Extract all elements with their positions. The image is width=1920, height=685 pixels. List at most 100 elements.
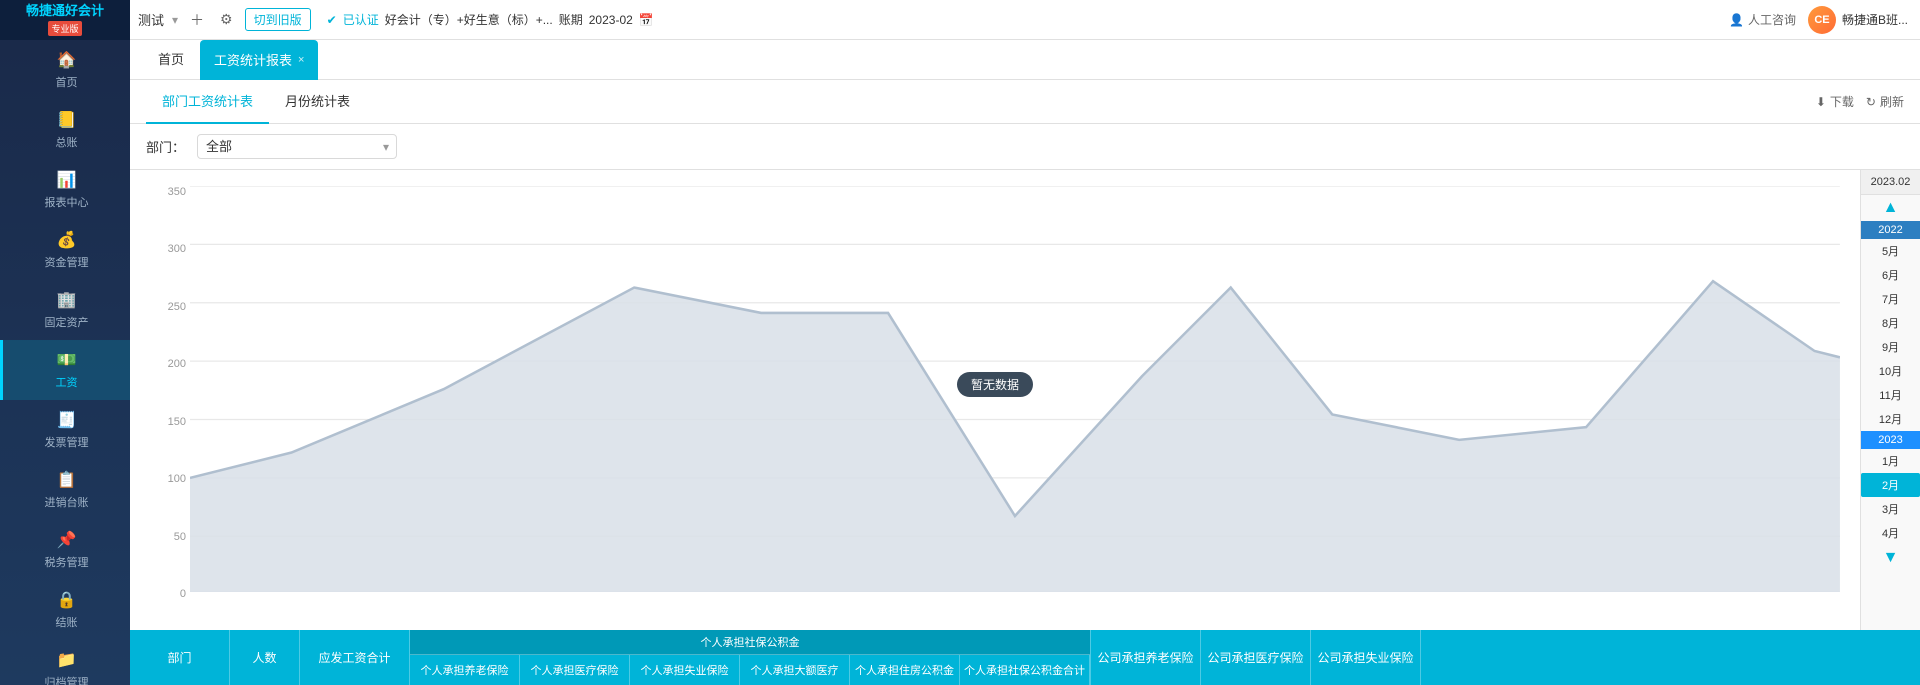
timeline-sidebar: 2023.02 ▲ 2022 5月 6月 7月 8月 9月 10月 11月 12…	[1860, 170, 1920, 630]
month-feb-2023[interactable]: 2月	[1861, 473, 1920, 497]
month-apr-2023[interactable]: 4月	[1861, 521, 1920, 545]
tab-salary-report[interactable]: 工资统计报表 ×	[200, 40, 318, 80]
timeline-down-button[interactable]: ▼	[1861, 545, 1920, 571]
refresh-icon: ↻	[1866, 95, 1876, 109]
sidebar-label-ledger: 总账	[56, 134, 78, 150]
month-jun[interactable]: 6月	[1861, 263, 1920, 287]
sidebar-label-reports: 报表中心	[45, 194, 89, 210]
sidebar-item-sales[interactable]: 📋进销台账	[0, 460, 130, 520]
y-label-250: 250	[168, 301, 186, 313]
year-2022-label: 2022	[1861, 221, 1920, 239]
y-axis: 350300250200150100500	[140, 186, 190, 600]
invoice-icon: 🧾	[57, 410, 77, 430]
panel-top: 部门工资统计表月份统计表 ⬇ 下载 ↻ 刷新	[130, 80, 1920, 124]
sidebar: 🏠 首页 📒总账 📊 报表中心 💰 资金管理 🏢 固定资产 💵工资 🧾 发票管理 📋进销台账 📌 税务管理 🔒…	[0, 40, 130, 685]
th-personal-cols: 个人承担养老保险 个人承担医疗保险 个人承担失业保险 个人承担大额医疗 个人承担…	[410, 655, 1090, 685]
tax-icon: 📌	[57, 530, 77, 550]
switch-old-button[interactable]: 切到旧版	[245, 8, 311, 31]
y-label-300: 300	[168, 243, 186, 255]
tab-close-icon[interactable]: ×	[298, 54, 304, 66]
tab-bar: 首页 工资统计报表 ×	[130, 40, 1920, 80]
month-jul[interactable]: 7月	[1861, 287, 1920, 311]
cert-status: 已认证	[343, 11, 379, 28]
sidebar-item-archive[interactable]: 📁 归档管理	[0, 640, 130, 685]
month-sep[interactable]: 9月	[1861, 335, 1920, 359]
sidebar-label-home: 首页	[56, 74, 78, 90]
timeline-scroll[interactable]: ▲ 2022 5月 6月 7月 8月 9月 10月 11月 12月 2023 1…	[1861, 195, 1920, 630]
download-icon: ⬇	[1816, 95, 1826, 109]
y-label-0: 0	[180, 588, 186, 600]
app-logo: 畅捷通好会计	[26, 3, 104, 19]
help-button[interactable]: 👤 人工咨询	[1729, 11, 1796, 28]
sidebar-item-reports[interactable]: 📊 报表中心	[0, 160, 130, 220]
sidebar-label-archive: 归档管理	[45, 674, 89, 685]
table-header: 部门 人数 应发工资合计 个人承担社保公积金 个人承担养老保险 个人承担医疗保险…	[130, 630, 1920, 685]
th-personal-total: 个人承担社保公积金合计	[960, 655, 1090, 685]
sidebar-label-funds: 资金管理	[45, 254, 89, 270]
home-icon: 🏠	[57, 50, 77, 70]
sidebar-item-invoice[interactable]: 🧾 发票管理	[0, 400, 130, 460]
sidebar-item-close[interactable]: 🔒结账	[0, 580, 130, 640]
th-company-medical: 公司承担医疗保险	[1201, 630, 1311, 685]
sidebar-label-close: 结账	[56, 614, 78, 630]
th-dept: 部门	[130, 630, 230, 685]
sidebar-item-salary[interactable]: 💵工资	[0, 340, 130, 400]
avatar: CE	[1808, 6, 1836, 34]
tab-home[interactable]: 首页	[142, 40, 200, 80]
sidebar-label-invoice: 发票管理	[45, 434, 89, 450]
sidebar-label-assets: 固定资产	[45, 314, 89, 330]
username-label: 畅捷通B班...	[1842, 11, 1908, 28]
help-icon: 👤	[1729, 13, 1744, 27]
th-personal-unemployment: 个人承担失业保险	[630, 655, 740, 685]
sidebar-item-tax[interactable]: 📌 税务管理	[0, 520, 130, 580]
month-dec[interactable]: 12月	[1861, 407, 1920, 431]
sub-tab-monthly[interactable]: 月份统计表	[269, 80, 366, 124]
reports-icon: 📊	[57, 170, 77, 190]
settings-icon[interactable]: ⚙	[216, 9, 237, 30]
refresh-button[interactable]: ↻ 刷新	[1866, 93, 1904, 110]
assets-icon: 🏢	[57, 290, 77, 310]
chart-svg	[190, 186, 1840, 592]
funds-icon: 💰	[57, 230, 77, 250]
year-2023-label: 2023	[1861, 431, 1920, 449]
dept-select[interactable]: 全部	[197, 134, 397, 159]
month-oct[interactable]: 10月	[1861, 359, 1920, 383]
calendar-icon[interactable]: 📅	[639, 13, 654, 27]
th-personal-pension: 个人承担养老保险	[410, 655, 520, 685]
filter-row: 部门： 全部	[130, 124, 1920, 170]
month-aug[interactable]: 8月	[1861, 311, 1920, 335]
sidebar-item-assets[interactable]: 🏢 固定资产	[0, 280, 130, 340]
y-label-50: 50	[174, 531, 186, 543]
period-value: 2023-02	[589, 13, 633, 27]
dropdown-arrow-icon[interactable]: ▾	[172, 13, 178, 27]
download-button[interactable]: ⬇ 下载	[1816, 93, 1854, 110]
th-personal-group-label: 个人承担社保公积金	[410, 630, 1090, 655]
month-jan-2023[interactable]: 1月	[1861, 449, 1920, 473]
add-button[interactable]: ＋	[186, 8, 208, 32]
company-test-label: 测试	[138, 10, 164, 29]
content-area: 首页 工资统计报表 × 部门工资统计表月份统计表 ⬇ 下载 ↻ 刷新 部	[130, 40, 1920, 685]
top-bar: 畅捷通好会计 专业版 测试 ▾ ＋ ⚙ 切到旧版 ✔ 已认证 好会计（专）+好生…	[0, 0, 1920, 40]
month-nov[interactable]: 11月	[1861, 383, 1920, 407]
user-area[interactable]: CE 畅捷通B班...	[1808, 6, 1908, 34]
dept-filter-label: 部门：	[146, 137, 185, 156]
archive-icon: 📁	[57, 650, 77, 670]
sub-tab-dept[interactable]: 部门工资统计表	[146, 80, 269, 124]
sidebar-item-funds[interactable]: 💰 资金管理	[0, 220, 130, 280]
sidebar-menu: 🏠 首页 📒总账 📊 报表中心 💰 资金管理 🏢 固定资产 💵工资 🧾 发票管理 📋进销台账 📌 税务管理 🔒…	[0, 40, 130, 685]
period-label: 账期	[559, 11, 583, 28]
sidebar-label-tax: 税务管理	[45, 554, 89, 570]
th-personal-group: 个人承担社保公积金 个人承担养老保险 个人承担医疗保险 个人承担失业保险 个人承…	[410, 630, 1091, 685]
status-bar: ✔ 已认证 好会计（专）+好生意（标）+... 账期 2023-02 📅	[327, 11, 654, 28]
sub-tabs: 部门工资统计表月份统计表	[146, 80, 366, 124]
logo-badge: 专业版	[48, 21, 81, 36]
sidebar-item-home[interactable]: 🏠 首页	[0, 40, 130, 100]
month-may[interactable]: 5月	[1861, 239, 1920, 263]
chart-timeline-wrapper: 350300250200150100500	[130, 170, 1920, 630]
tab-label: 工资统计报表	[214, 50, 292, 69]
month-mar-2023[interactable]: 3月	[1861, 497, 1920, 521]
timeline-up-button[interactable]: ▲	[1861, 195, 1920, 221]
sidebar-item-ledger[interactable]: 📒总账	[0, 100, 130, 160]
th-company-unemployment: 公司承担失业保险	[1311, 630, 1421, 685]
sidebar-label-sales: 进销台账	[45, 494, 89, 510]
